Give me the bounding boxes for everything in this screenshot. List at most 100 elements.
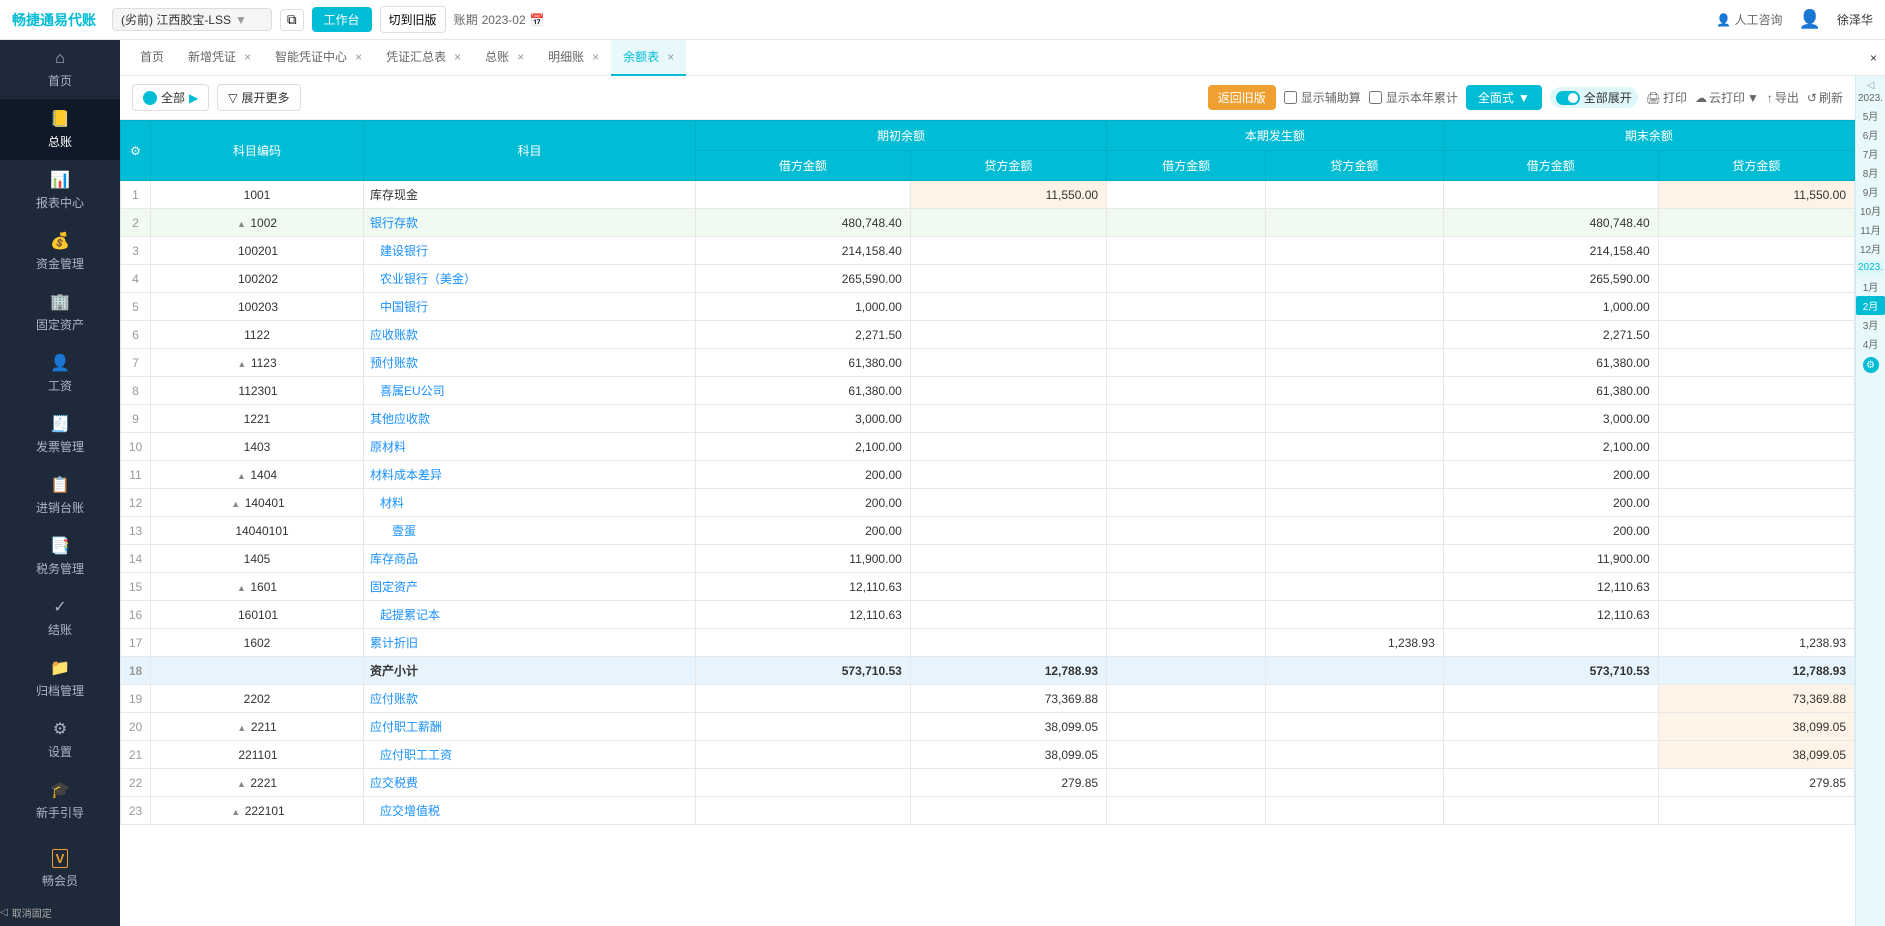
sidebar-unpin[interactable]: ◁ 取消固定 — [0, 899, 120, 926]
sidebar-item-tax[interactable]: 📑 税务管理 — [0, 526, 120, 587]
cloud-print-button[interactable]: ☁ 云打印 ▼ — [1695, 89, 1759, 106]
account-name-cell[interactable]: 起提累记本 — [364, 601, 696, 629]
account-name-cell[interactable]: 固定资产 — [364, 573, 696, 601]
account-name-cell[interactable]: 原材料 — [364, 433, 696, 461]
sidebar-item-funds[interactable]: 💰 资金管理 — [0, 221, 120, 282]
export-button[interactable]: ↑ 导出 — [1767, 89, 1799, 106]
return-old-button[interactable]: 返回旧版 — [1208, 85, 1276, 110]
sidebar-item-ledger[interactable]: 📒 总账 — [0, 99, 120, 160]
month-item-3[interactable]: 3月 — [1856, 315, 1885, 334]
refresh-button[interactable]: ↺ 刷新 — [1807, 89, 1843, 106]
month-item-7[interactable]: 7月 — [1856, 144, 1885, 163]
switch-version-button[interactable]: 切到旧版 — [380, 6, 446, 33]
expand-more-button[interactable]: ▽ 展开更多 — [217, 84, 300, 111]
show-aux-checkbox[interactable] — [1284, 91, 1297, 104]
month-item-2[interactable]: 2月 — [1856, 296, 1885, 315]
tab-voucher-summary-close[interactable]: × — [454, 50, 461, 64]
account-name-cell[interactable]: 应收账款 — [364, 321, 696, 349]
tab-balance[interactable]: 余额表 × — [611, 40, 686, 76]
sidebar-item-home[interactable]: ⌂ 首页 — [0, 40, 120, 99]
show-aux-checkbox-label[interactable]: 显示辅助算 — [1284, 89, 1361, 106]
sidebar-item-invoice[interactable]: 🧾 发票管理 — [0, 404, 120, 465]
month-item-12[interactable]: 12月 — [1856, 239, 1885, 258]
account-name-cell[interactable]: 中国银行 — [364, 293, 696, 321]
account-name-link[interactable]: 预付账款 — [370, 356, 418, 370]
month-item-10[interactable]: 10月 — [1856, 201, 1885, 220]
sidebar-item-reports[interactable]: 📊 报表中心 — [0, 160, 120, 221]
tab-balance-close[interactable]: × — [667, 50, 674, 64]
account-name-link[interactable]: 材料成本差异 — [370, 468, 442, 482]
period-icon[interactable]: 📅 — [530, 13, 545, 27]
month-item-5[interactable]: 5月 — [1856, 106, 1885, 125]
settings-column-header[interactable]: ⚙ — [121, 121, 151, 181]
tab-new-voucher[interactable]: 新增凭证 × — [176, 40, 263, 76]
account-name-link[interactable]: 固定资产 — [370, 580, 418, 594]
account-name-link[interactable]: 材料 — [380, 496, 404, 510]
show-year-total-checkbox[interactable] — [1369, 91, 1382, 104]
month-item-6[interactable]: 6月 — [1856, 125, 1885, 144]
tab-voucher-summary[interactable]: 凭证汇总表 × — [374, 40, 473, 76]
account-name-cell[interactable]: 农业银行（美金） — [364, 265, 696, 293]
service-link[interactable]: 👤 人工咨询 — [1716, 11, 1782, 28]
account-name-link[interactable]: 建设银行 — [380, 244, 428, 258]
copy-button[interactable]: ⧉ — [280, 9, 304, 31]
tab-bar-close[interactable]: × — [1870, 51, 1877, 65]
all-filter-button[interactable]: 全部 ▶ — [132, 84, 209, 111]
month-item-4[interactable]: 4月 — [1856, 334, 1885, 353]
sidebar-item-member[interactable]: V 畅会员 — [0, 839, 120, 899]
account-name-cell[interactable]: 库存商品 — [364, 545, 696, 573]
tab-smart-center-close[interactable]: × — [355, 50, 362, 64]
account-name-link[interactable]: 壹蛋 — [392, 524, 416, 538]
tab-new-voucher-close[interactable]: × — [244, 50, 251, 64]
tab-detail[interactable]: 明细账 × — [536, 40, 611, 76]
account-name-cell[interactable]: 其他应收款 — [364, 405, 696, 433]
tab-ledger-close[interactable]: × — [517, 50, 524, 64]
account-name-link[interactable]: 累计折旧 — [370, 636, 418, 650]
sidebar-item-archive[interactable]: 📁 归档管理 — [0, 648, 120, 709]
account-name-cell[interactable]: 喜属EU公司 — [364, 377, 696, 405]
account-name-cell[interactable]: 应交税费 — [364, 769, 696, 797]
account-name-cell[interactable]: 壹蛋 — [364, 517, 696, 545]
sidebar-item-guide[interactable]: 🎓 新手引导 — [0, 770, 120, 831]
account-name-cell[interactable]: 累计折旧 — [364, 629, 696, 657]
tab-detail-close[interactable]: × — [592, 50, 599, 64]
tab-ledger[interactable]: 总账 × — [473, 40, 536, 76]
tab-home[interactable]: 首页 — [128, 40, 176, 76]
sidebar-item-settings[interactable]: ⚙ 设置 — [0, 709, 120, 770]
account-name-cell[interactable]: 建设银行 — [364, 237, 696, 265]
workbench-button[interactable]: 工作台 — [312, 7, 372, 32]
account-name-cell[interactable]: 材料成本差异 — [364, 461, 696, 489]
tab-smart-center[interactable]: 智能凭证中心 × — [263, 40, 374, 76]
account-name-cell[interactable]: 应付职工薪酬 — [364, 713, 696, 741]
account-name-link[interactable]: 银行存款 — [370, 216, 418, 230]
account-name-cell[interactable]: 材料 — [364, 489, 696, 517]
account-name-link[interactable]: 应交增值税 — [380, 804, 440, 818]
account-name-cell[interactable]: 应付账款 — [364, 685, 696, 713]
month-item-1[interactable]: 1月 — [1856, 277, 1885, 296]
account-name-link[interactable]: 原材料 — [370, 440, 406, 454]
account-name-link[interactable]: 应付账款 — [370, 692, 418, 706]
account-name-link[interactable]: 应交税费 — [370, 776, 418, 790]
account-name-cell[interactable]: 应付职工工资 — [364, 741, 696, 769]
account-name-link[interactable]: 其他应收款 — [370, 412, 430, 426]
account-name-link[interactable]: 库存商品 — [370, 552, 418, 566]
print-button[interactable]: 🖨 打印 — [1646, 89, 1687, 106]
right-panel-settings-icon[interactable]: ⚙ — [1863, 357, 1879, 373]
account-name-cell[interactable]: 预付账款 — [364, 349, 696, 377]
account-name-link[interactable]: 应付职工工资 — [380, 748, 452, 762]
month-item-8[interactable]: 8月 — [1856, 163, 1885, 182]
sidebar-item-assets[interactable]: 🏢 固定资产 — [0, 282, 120, 343]
sidebar-item-hr[interactable]: 👤 工资 — [0, 343, 120, 404]
account-name-link[interactable]: 中国银行 — [380, 300, 428, 314]
account-name-link[interactable]: 应收账款 — [370, 328, 418, 342]
month-item-11[interactable]: 11月 — [1856, 220, 1885, 239]
company-selector[interactable]: (劣前) 江西胶宝-LSS ▼ — [112, 8, 272, 31]
full-style-button[interactable]: 全面式 ▼ — [1466, 85, 1542, 110]
show-year-total-checkbox-label[interactable]: 显示本年累计 — [1369, 89, 1458, 106]
toggle-switch[interactable] — [1556, 91, 1580, 105]
sidebar-item-settle[interactable]: ✓ 结账 — [0, 587, 120, 648]
account-name-link[interactable]: 农业银行（美金） — [380, 272, 476, 286]
right-panel-collapse[interactable]: ◁ — [1867, 80, 1875, 91]
account-name-link[interactable]: 起提累记本 — [380, 608, 440, 622]
account-name-cell[interactable]: 银行存款 — [364, 209, 696, 237]
